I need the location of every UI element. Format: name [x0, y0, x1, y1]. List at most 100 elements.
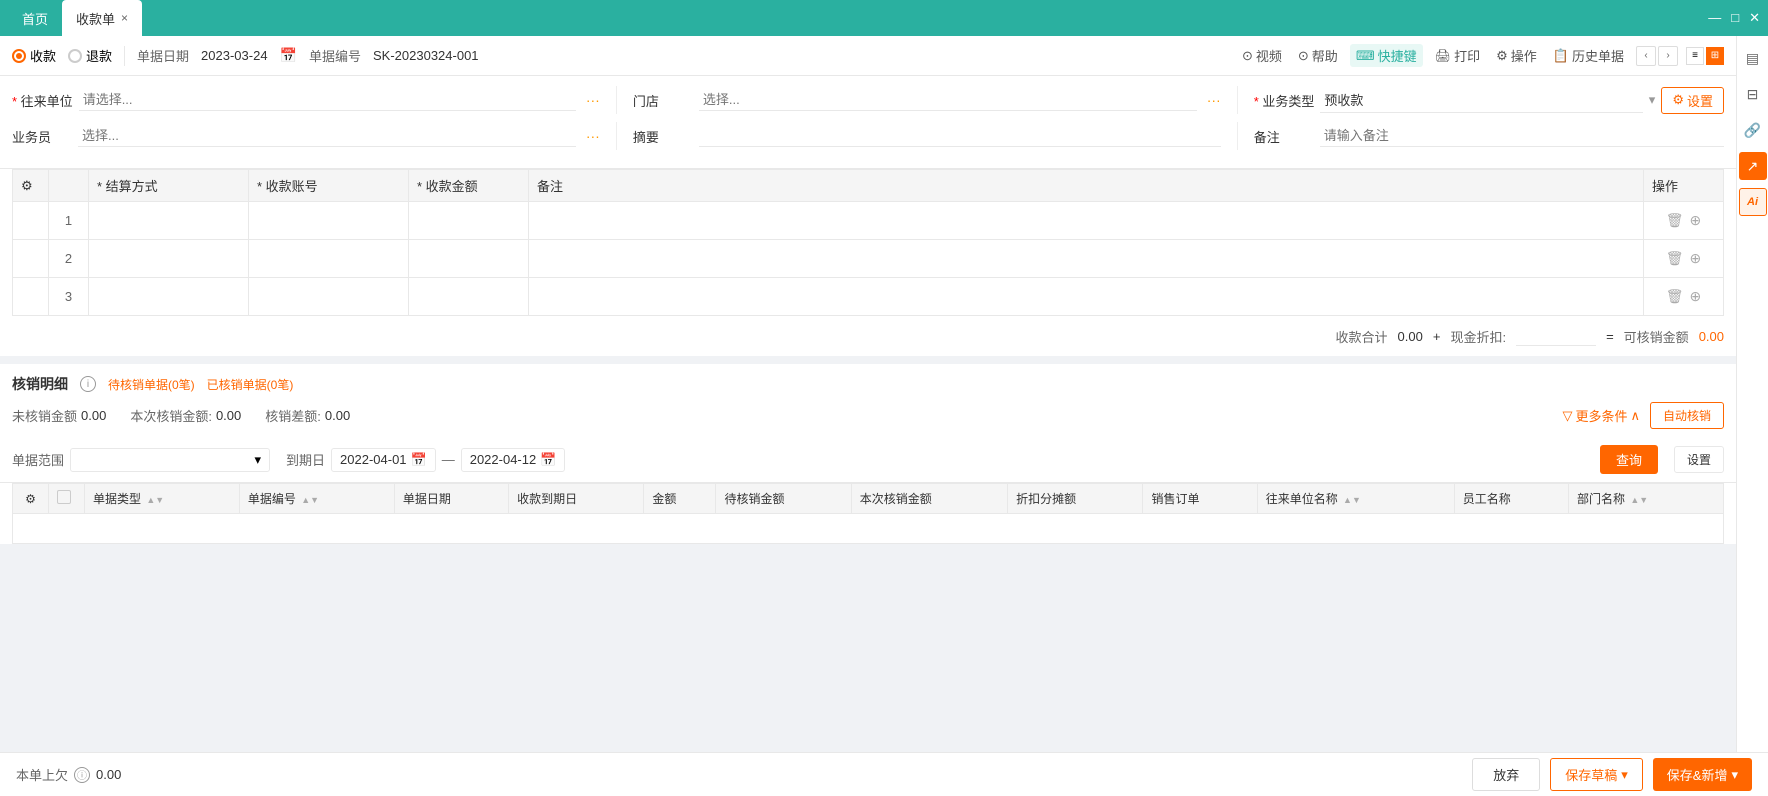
- done-tab[interactable]: 已核销单据(0笔): [207, 376, 294, 393]
- shortcut-btn[interactable]: ⌨ 快捷键: [1350, 44, 1423, 67]
- filter-row: 单据范围 ▾ 到期日 2022-04-01 📅 — 2022-04-12 📅 查…: [0, 437, 1736, 483]
- dept-name-sort[interactable]: ▲▼: [1630, 496, 1648, 505]
- row2-settle[interactable]: [89, 240, 249, 278]
- history-label: 历史单据: [1572, 46, 1624, 65]
- date-start-input[interactable]: 2022-04-01 📅: [331, 448, 436, 472]
- save-new-label: 保存&新增: [1667, 765, 1728, 784]
- help-label: 帮助: [1312, 46, 1338, 65]
- row1-settle[interactable]: [89, 202, 249, 240]
- diff-stat: 核销差额: 0.00: [265, 406, 350, 425]
- business-type-select[interactable]: 预收款 ▾: [1320, 87, 1655, 113]
- tab-close-icon[interactable]: ×: [121, 11, 128, 25]
- staff-input[interactable]: [78, 125, 576, 147]
- row1-account[interactable]: [249, 202, 409, 240]
- draft-btn[interactable]: 保存草稿 ▾: [1550, 758, 1643, 791]
- gear-settings-icon: ⚙: [1672, 92, 1684, 108]
- store-input[interactable]: [699, 89, 1197, 111]
- shortcut-icon: ⌨: [1356, 48, 1375, 64]
- row2-remark[interactable]: [529, 240, 1644, 278]
- row3-delete-icon[interactable]: 🗑: [1666, 288, 1684, 305]
- footer-info-icon[interactable]: ⓘ: [74, 767, 90, 783]
- query-btn[interactable]: 查询: [1600, 445, 1658, 474]
- writeoff-info-icon[interactable]: i: [80, 376, 96, 392]
- row1-copy-icon[interactable]: ⊕: [1690, 212, 1702, 229]
- cash-discount-input[interactable]: [1516, 326, 1596, 346]
- dept-name-th: 部门名称 ▲▼: [1569, 484, 1724, 514]
- main-content: 收款 退款 单据日期 2023-03-24 📅 单据编号 SK-20230324…: [0, 36, 1736, 796]
- row1-remark[interactable]: [529, 202, 1644, 240]
- next-btn[interactable]: ›: [1658, 46, 1678, 66]
- sidebar-list-icon[interactable]: ⊟: [1739, 80, 1767, 108]
- row1-delete-icon[interactable]: 🗑: [1666, 212, 1684, 229]
- row3-settle[interactable]: [89, 278, 249, 316]
- row3-copy-icon[interactable]: ⊕: [1690, 288, 1702, 305]
- form-divider-4: [1237, 122, 1238, 150]
- calendar-icon[interactable]: 📅: [280, 47, 297, 64]
- settings-btn2[interactable]: 设置: [1674, 446, 1724, 473]
- row2-amount[interactable]: [409, 240, 529, 278]
- writeoff-table: ⚙ 单据类型 ▲▼ 单据编号 ▲▼ 单据日期 收款到期日 金额 待: [12, 483, 1724, 544]
- sidebar-table-icon[interactable]: ▤: [1739, 44, 1767, 72]
- auto-writeoff-btn[interactable]: 自动核销: [1650, 402, 1724, 429]
- operation-btn[interactable]: ⚙ 操作: [1492, 44, 1541, 67]
- diff-label: 核销差额:: [265, 406, 321, 425]
- store-field: 门店 ···: [633, 89, 1221, 111]
- party-input[interactable]: [79, 89, 576, 111]
- diff-value: 0.00: [325, 408, 350, 423]
- range-select[interactable]: ▾: [70, 448, 270, 472]
- row3-remark[interactable]: [529, 278, 1644, 316]
- close-btn[interactable]: ✕: [1749, 10, 1760, 26]
- refund-radio[interactable]: 退款: [68, 46, 112, 65]
- form-row-1: 往来单位 ··· 门店 ··· 业务类型 预收款 ▾ ⚙ 设置: [12, 86, 1724, 114]
- abandon-btn[interactable]: 放弃: [1472, 758, 1540, 791]
- doc-num-th: 单据编号 ▲▼: [239, 484, 394, 514]
- minimize-btn[interactable]: —: [1708, 10, 1721, 26]
- pending-tab[interactable]: 待核销单据(0笔): [108, 376, 195, 393]
- select-all-checkbox[interactable]: [57, 490, 71, 504]
- doc-type-sort[interactable]: ▲▼: [146, 496, 164, 505]
- row2-delete-icon[interactable]: 🗑: [1666, 250, 1684, 267]
- party-more-btn[interactable]: ···: [586, 92, 600, 108]
- tab-home[interactable]: 首页: [8, 0, 62, 36]
- remark-input[interactable]: [1320, 125, 1724, 147]
- doc-num-sort[interactable]: ▲▼: [301, 496, 319, 505]
- filter-icon: ▽: [1562, 408, 1572, 424]
- bottom-gear-th[interactable]: ⚙: [13, 484, 49, 514]
- gear-th[interactable]: ⚙: [13, 170, 49, 202]
- summary-input[interactable]: [699, 125, 1221, 147]
- toolbar: 收款 退款 单据日期 2023-03-24 📅 单据编号 SK-20230324…: [0, 36, 1736, 76]
- prev-btn[interactable]: ‹: [1636, 46, 1656, 66]
- row2-account[interactable]: [249, 240, 409, 278]
- sidebar-ai-icon[interactable]: Ai: [1739, 188, 1767, 216]
- print-btn[interactable]: 🖨 打印: [1431, 44, 1485, 67]
- row3-amount[interactable]: [409, 278, 529, 316]
- summary-label: 摘要: [633, 127, 693, 146]
- grid-layout-btn[interactable]: ⊞: [1706, 47, 1724, 65]
- receipt-radio[interactable]: 收款: [12, 46, 56, 65]
- more-conditions-btn[interactable]: ▽ 更多条件 ∧: [1562, 406, 1640, 425]
- chevron-up-icon: ∧: [1630, 408, 1640, 424]
- operation-icon: ⚙: [1496, 48, 1508, 64]
- row3-account[interactable]: [249, 278, 409, 316]
- bottom-table-header: ⚙ 单据类型 ▲▼ 单据编号 ▲▼ 单据日期 收款到期日 金额 待: [13, 484, 1724, 514]
- video-btn[interactable]: ⊙ 视频: [1238, 44, 1286, 67]
- remark-label: 备注: [1254, 127, 1314, 146]
- sidebar-expand-icon[interactable]: ↗: [1739, 152, 1767, 180]
- business-type-field: 业务类型 预收款 ▾ ⚙ 设置: [1254, 87, 1724, 114]
- list-layout-btn[interactable]: ≡: [1686, 47, 1704, 65]
- row1-amount[interactable]: [409, 202, 529, 240]
- row2-copy-icon[interactable]: ⊕: [1690, 250, 1702, 267]
- party-name-sort[interactable]: ▲▼: [1343, 496, 1361, 505]
- sidebar-link-icon[interactable]: 🔗: [1739, 116, 1767, 144]
- settings-button[interactable]: ⚙ 设置: [1661, 87, 1724, 114]
- history-btn[interactable]: 📋 历史单据: [1549, 44, 1628, 67]
- store-more-btn[interactable]: ···: [1207, 92, 1221, 108]
- save-new-btn[interactable]: 保存&新增 ▾: [1653, 758, 1752, 791]
- receipt-radio-circle: [12, 49, 26, 63]
- help-btn[interactable]: ⊙ 帮助: [1294, 44, 1342, 67]
- staff-more-btn[interactable]: ···: [586, 128, 600, 144]
- form-divider-3: [616, 122, 617, 150]
- tab-current[interactable]: 收款单 ×: [62, 0, 142, 36]
- maximize-btn[interactable]: □: [1731, 10, 1739, 26]
- date-end-input[interactable]: 2022-04-12 📅: [461, 448, 566, 472]
